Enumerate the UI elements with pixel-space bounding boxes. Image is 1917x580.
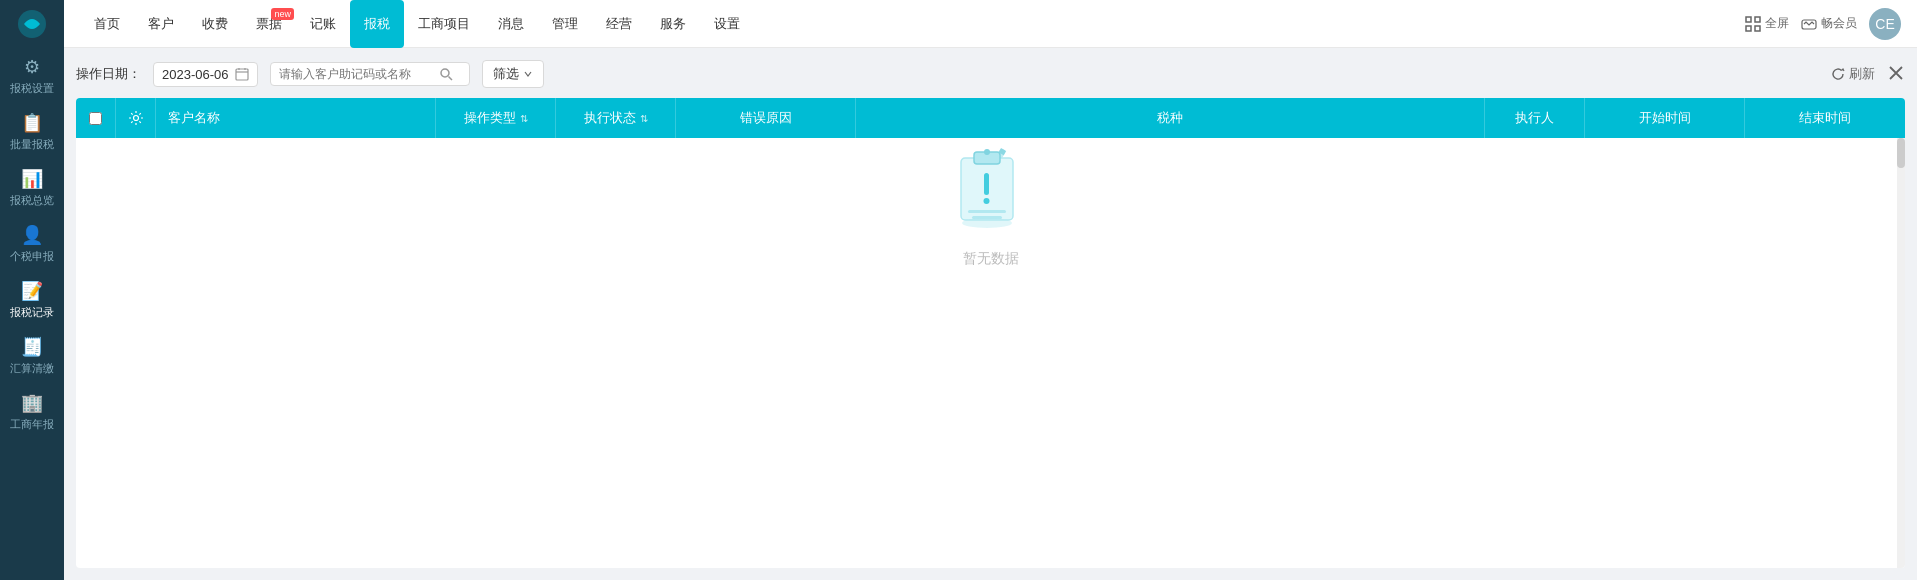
close-icon [1887,64,1905,82]
nav-tax[interactable]: 报税 [350,0,404,48]
nav-operation[interactable]: 经营 [592,0,646,48]
select-all-checkbox[interactable] [89,112,102,125]
sidebar-item-label: 报税记录 [10,305,54,320]
svg-rect-1 [1746,17,1751,22]
empty-illustration [946,138,1036,238]
sidebar: ⚙ 报税设置 📋 批量报税 📊 报税总览 👤 个税申报 📝 报税记录 🧾 汇算清… [0,0,64,580]
sidebar-logo [0,0,64,48]
record-icon: 📝 [21,280,43,302]
nav-service[interactable]: 服务 [646,0,700,48]
svg-rect-6 [236,69,248,80]
th-starttime: 开始时间 [1585,98,1745,138]
sidebar-item-huisuanqingjiao[interactable]: 🧾 汇算清缴 [0,328,64,384]
svg-rect-2 [1755,17,1760,22]
fullscreen-button[interactable]: 全屏 [1745,15,1789,32]
search-box[interactable] [270,62,470,86]
th-executor: 执行人 [1485,98,1585,138]
sort-icon-optype: ⇅ [520,113,528,124]
th-name: 客户名称 [156,98,436,138]
svg-point-16 [983,198,989,204]
calendar-icon [235,67,249,81]
nav-invoice[interactable]: 票据 new [242,0,296,48]
svg-point-7 [441,69,449,77]
vip-icon [1801,16,1817,32]
table-body: 暂无数据 [76,138,1905,568]
sidebar-item-label: 个税申报 [10,249,54,264]
svg-rect-17 [968,210,1006,213]
svg-point-8 [133,116,138,121]
table-container: 客户名称 操作类型 ⇅ 执行状态 ⇅ 错误原因 税种 执行人 [76,98,1905,568]
scrollbar-track[interactable] [1897,138,1905,568]
th-settings[interactable] [116,98,156,138]
sidebar-item-label: 报税总览 [10,193,54,208]
toolbar-right: 刷新 [1831,64,1905,85]
nav-home[interactable]: 首页 [80,0,134,48]
nav-items: 首页 客户 收费 票据 new 记账 报税 工商项目 消息 管理 经营 服务 设… [80,0,1745,48]
overview-icon: 📊 [21,168,43,190]
fullscreen-icon [1745,16,1761,32]
search-icon [439,67,453,81]
svg-rect-15 [984,173,989,195]
empty-text: 暂无数据 [963,250,1019,268]
topnav-right: 全屏 畅会员 CE [1745,8,1901,40]
nav-client[interactable]: 客户 [134,0,188,48]
nav-management[interactable]: 管理 [538,0,592,48]
sort-icon-execstatus: ⇅ [640,113,648,124]
sidebar-item-baoshuishezhi[interactable]: ⚙ 报税设置 [0,48,64,104]
close-button[interactable] [1887,64,1905,85]
sidebar-item-baoshuizonglan[interactable]: 📊 报税总览 [0,160,64,216]
toolbar: 操作日期： 2023-06-06 筛选 [76,60,1905,88]
th-endtime: 结束时间 [1745,98,1905,138]
th-optype[interactable]: 操作类型 ⇅ [436,98,556,138]
th-execstatus[interactable]: 执行状态 ⇅ [556,98,676,138]
th-errorreason: 错误原因 [676,98,856,138]
sidebar-item-label: 工商年报 [10,417,54,432]
batch-report-icon: 📋 [21,112,43,134]
nav-settings[interactable]: 设置 [700,0,754,48]
content-area: 操作日期： 2023-06-06 筛选 [64,48,1917,580]
vip-button[interactable]: 畅会员 [1801,15,1857,32]
empty-state: 暂无数据 [76,138,1905,268]
sidebar-item-gongshangnianbao[interactable]: 🏢 工商年报 [0,384,64,440]
person-tax-icon: 👤 [21,224,43,246]
sidebar-item-baoshuijilu[interactable]: 📝 报税记录 [0,272,64,328]
settings-icon: ⚙ [24,56,40,78]
topnav: 首页 客户 收费 票据 new 记账 报税 工商项目 消息 管理 经营 服务 设… [64,0,1917,48]
table-header: 客户名称 操作类型 ⇅ 执行状态 ⇅ 错误原因 税种 执行人 [76,98,1905,138]
svg-rect-3 [1746,26,1751,31]
main-area: 首页 客户 收费 票据 new 记账 报税 工商项目 消息 管理 经营 服务 设… [64,0,1917,580]
svg-point-14 [984,149,990,155]
date-label: 操作日期： [76,65,141,83]
sidebar-item-label: 批量报税 [10,137,54,152]
svg-point-19 [962,218,1012,228]
th-checkbox[interactable] [76,98,116,138]
annual-report-icon: 🏢 [21,392,43,414]
sidebar-item-label: 汇算清缴 [10,361,54,376]
sidebar-item-geshuishenbao[interactable]: 👤 个税申报 [0,216,64,272]
refresh-icon [1831,67,1845,81]
date-input[interactable]: 2023-06-06 [153,62,258,87]
refresh-button[interactable]: 刷新 [1831,65,1875,83]
scrollbar-thumb[interactable] [1897,138,1905,168]
nav-message[interactable]: 消息 [484,0,538,48]
nav-badge-new: new [271,8,294,21]
sidebar-item-label: 报税设置 [10,81,54,96]
nav-industrial[interactable]: 工商项目 [404,0,484,48]
chevron-down-icon [523,69,533,79]
svg-rect-4 [1755,26,1760,31]
nav-fee[interactable]: 收费 [188,0,242,48]
nav-bookkeeping[interactable]: 记账 [296,0,350,48]
search-input[interactable] [279,67,439,81]
avatar[interactable]: CE [1869,8,1901,40]
column-settings-icon [128,110,144,126]
sidebar-item-piliangshuishui[interactable]: 📋 批量报税 [0,104,64,160]
filter-button[interactable]: 筛选 [482,60,544,88]
th-taxtype: 税种 [856,98,1485,138]
settlement-icon: 🧾 [21,336,43,358]
